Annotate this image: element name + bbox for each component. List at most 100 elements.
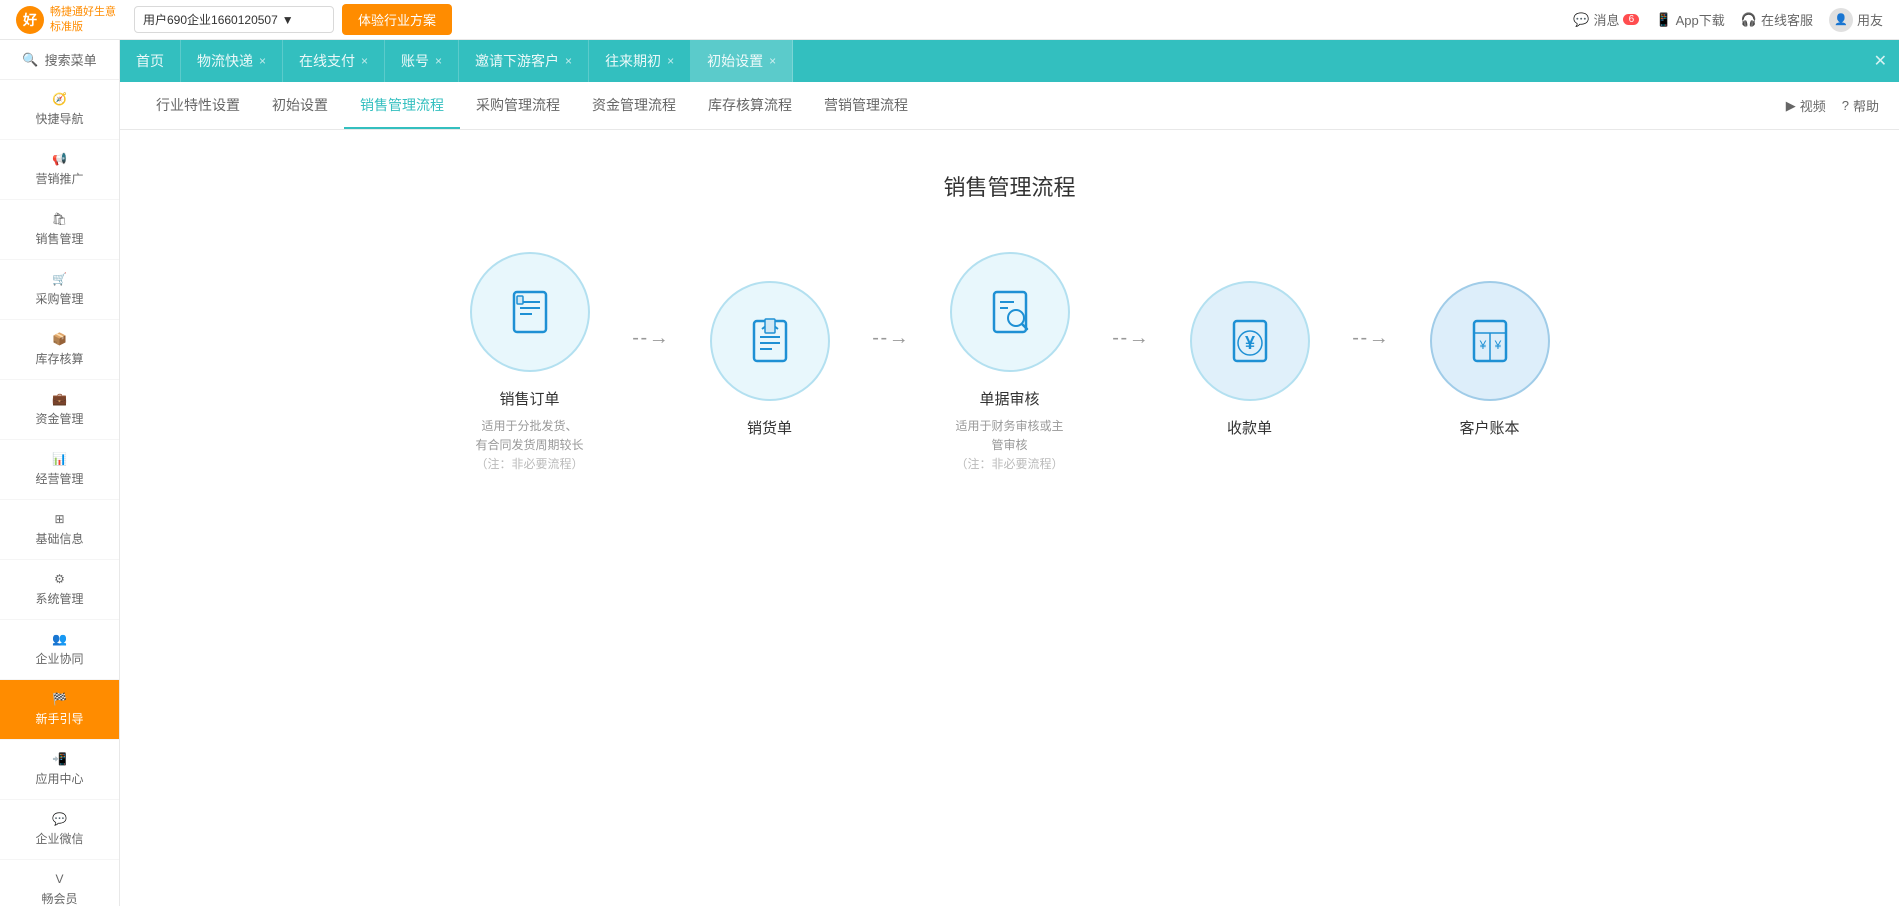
flow-circle-audit: [950, 252, 1070, 372]
content-area: 首页 物流快递 × 在线支付 × 账号 × 邀请下游客户 ×: [120, 40, 1899, 906]
search-icon: 🔍: [22, 52, 38, 68]
play-icon: ▶: [1786, 98, 1796, 114]
video-button[interactable]: ▶ 视频: [1786, 96, 1826, 115]
nav-tab-initial-setup[interactable]: 初始设置 ×: [691, 40, 793, 82]
subtab-purchase-flow[interactable]: 采购管理流程: [460, 82, 576, 129]
nav-tab-payment[interactable]: 在线支付 ×: [283, 40, 385, 82]
page-title-area: 销售管理流程: [120, 130, 1899, 232]
flow-item-ledger: ¥ ¥ 客户账本: [1400, 281, 1580, 446]
app-container: 好 畅捷通好生意 标准版 用户690企业1660120507 ▼ 体验行业方案 …: [0, 0, 1899, 906]
nav-tab-invite[interactable]: 邀请下游客户 ×: [459, 40, 589, 82]
box-icon: 📦: [52, 332, 67, 346]
nav-tab-home[interactable]: 首页: [120, 40, 181, 82]
sidebar-item-quick-nav[interactable]: 🧭 快捷导航: [0, 80, 119, 140]
logo-icon: 好: [16, 6, 44, 34]
user-selector[interactable]: 用户690企业1660120507 ▼: [134, 6, 334, 33]
user-menu[interactable]: 👤 用友: [1829, 8, 1883, 32]
headset-icon: 🎧: [1741, 12, 1757, 28]
nav-close-all-button[interactable]: ✕: [1862, 51, 1899, 71]
flow-item-sales-order: 销售订单 适用于分批发货、有合同发货周期较长（注：非必要流程）: [440, 252, 620, 475]
svg-text:¥: ¥: [1244, 333, 1254, 353]
sidebar-item-purchase[interactable]: 🛒 采购管理: [0, 260, 119, 320]
nav-tab-close-icon[interactable]: ×: [769, 54, 776, 68]
flow-label: 收款单: [1227, 417, 1272, 438]
download-icon: 📱: [1655, 12, 1671, 28]
nav-tab-close-icon[interactable]: ×: [435, 54, 442, 68]
chevron-down-icon: ▼: [282, 13, 294, 27]
nav-tab-close-icon[interactable]: ×: [667, 54, 674, 68]
messages-button[interactable]: 💬 消息 6: [1573, 10, 1639, 29]
trial-button[interactable]: 体验行业方案: [342, 4, 452, 35]
sidebar-item-operations[interactable]: 📊 经营管理: [0, 440, 119, 500]
flow-arrow-2: - - →: [860, 327, 920, 400]
flow-arrow-4: - - →: [1340, 327, 1400, 400]
online-service-button[interactable]: 🎧 在线客服: [1741, 10, 1813, 29]
sidebar-item-basic-info[interactable]: ⊞ 基础信息: [0, 500, 119, 560]
ledger-icon: ¥ ¥: [1464, 315, 1516, 367]
help-button[interactable]: ? 帮助: [1842, 96, 1879, 115]
flow-label: 销售订单: [499, 388, 559, 409]
flow-circle-receipt: ¥: [1190, 281, 1310, 401]
wallet-icon: 💼: [52, 392, 67, 406]
flow-item-receipt: ¥ 收款单: [1160, 281, 1340, 446]
bag-icon: 🛍: [52, 212, 67, 226]
svg-text:¥: ¥: [1478, 338, 1486, 352]
flow-desc: 适用于财务审核或主管审核（注：非必要流程）: [955, 417, 1063, 475]
megaphone-icon: 📢: [52, 152, 67, 166]
message-icon: 💬: [1573, 12, 1589, 28]
sidebar-item-member[interactable]: V 畅会员: [0, 860, 119, 906]
sidebar-item-finance[interactable]: 💼 资金管理: [0, 380, 119, 440]
top-bar-left: 好 畅捷通好生意 标准版 用户690企业1660120507 ▼ 体验行业方案: [16, 4, 452, 35]
sidebar-item-app-center[interactable]: 📲 应用中心: [0, 740, 119, 800]
nav-tab-close-icon[interactable]: ×: [361, 54, 368, 68]
sidebar-item-collab[interactable]: 👥 企业协同: [0, 620, 119, 680]
nav-tab-close-icon[interactable]: ×: [259, 54, 266, 68]
settings-icon: ⚙: [54, 572, 65, 586]
top-bar-right: 💬 消息 6 📱 App下载 🎧 在线客服 👤 用友: [1573, 8, 1883, 32]
sidebar-item-wechat[interactable]: 💬 企业微信: [0, 800, 119, 860]
main-area: 🔍 搜索菜单 🧭 快捷导航 📢 营销推广 🛍 销售管理 🛒 采购管理 📦: [0, 40, 1899, 906]
flow-label: 客户账本: [1459, 417, 1519, 438]
avatar: 👤: [1829, 8, 1853, 32]
flow-label: 销货单: [747, 417, 792, 438]
guide-icon: 🏁: [52, 692, 67, 706]
subtab-inventory-flow[interactable]: 库存核算流程: [692, 82, 808, 129]
flow-arrow-3: - - →: [1100, 327, 1160, 400]
subtab-sales-flow[interactable]: 销售管理流程: [344, 82, 460, 129]
logo-area: 好 畅捷通好生意 标准版: [16, 5, 126, 34]
flow-circle-sales-order: [470, 252, 590, 372]
subtab-industry[interactable]: 行业特性设置: [140, 82, 256, 129]
sales-order-icon: [504, 286, 556, 338]
subtab-marketing-flow[interactable]: 营销管理流程: [808, 82, 924, 129]
svg-text:¥: ¥: [1493, 338, 1501, 352]
nav-tab-period[interactable]: 往来期初 ×: [589, 40, 691, 82]
sidebar-item-marketing[interactable]: 📢 营销推广: [0, 140, 119, 200]
chart-icon: 📊: [52, 452, 67, 466]
nav-tab-close-icon[interactable]: ×: [565, 54, 572, 68]
nav-tab-account[interactable]: 账号 ×: [385, 40, 459, 82]
delivery-order-icon: [744, 315, 796, 367]
sub-tab-help: ▶ 视频 ? 帮助: [1786, 96, 1879, 115]
sidebar-item-system[interactable]: ⚙ 系统管理: [0, 560, 119, 620]
app-download-button[interactable]: 📱 App下载: [1655, 10, 1724, 29]
flow-item-audit: 单据审核 适用于财务审核或主管审核（注：非必要流程）: [920, 252, 1100, 475]
logo-text: 畅捷通好生意 标准版: [50, 5, 116, 34]
compass-icon: 🧭: [52, 92, 67, 106]
flow-label: 单据审核: [979, 388, 1039, 409]
sidebar-item-search[interactable]: 🔍 搜索菜单: [0, 40, 119, 80]
subtab-initial[interactable]: 初始设置: [256, 82, 344, 129]
sidebar-item-guide[interactable]: 🏁 新手引导: [0, 680, 119, 740]
nav-tab-logistics[interactable]: 物流快递 ×: [181, 40, 283, 82]
wechat-icon: 💬: [52, 812, 67, 826]
sub-tabs: 行业特性设置 初始设置 销售管理流程 采购管理流程 资金管理流程: [120, 82, 1899, 130]
flow-circle-delivery: [710, 281, 830, 401]
nav-tabs: 首页 物流快递 × 在线支付 × 账号 × 邀请下游客户 ×: [120, 40, 1899, 82]
sidebar-item-inventory[interactable]: 📦 库存核算: [0, 320, 119, 380]
help-icon: ?: [1842, 98, 1849, 113]
messages-badge: 6: [1623, 14, 1639, 25]
sidebar-item-sales[interactable]: 🛍 销售管理: [0, 200, 119, 260]
subtab-finance-flow[interactable]: 资金管理流程: [576, 82, 692, 129]
top-bar: 好 畅捷通好生意 标准版 用户690企业1660120507 ▼ 体验行业方案 …: [0, 0, 1899, 40]
app-icon: 📲: [52, 752, 67, 766]
flow-circle-ledger: ¥ ¥: [1430, 281, 1550, 401]
